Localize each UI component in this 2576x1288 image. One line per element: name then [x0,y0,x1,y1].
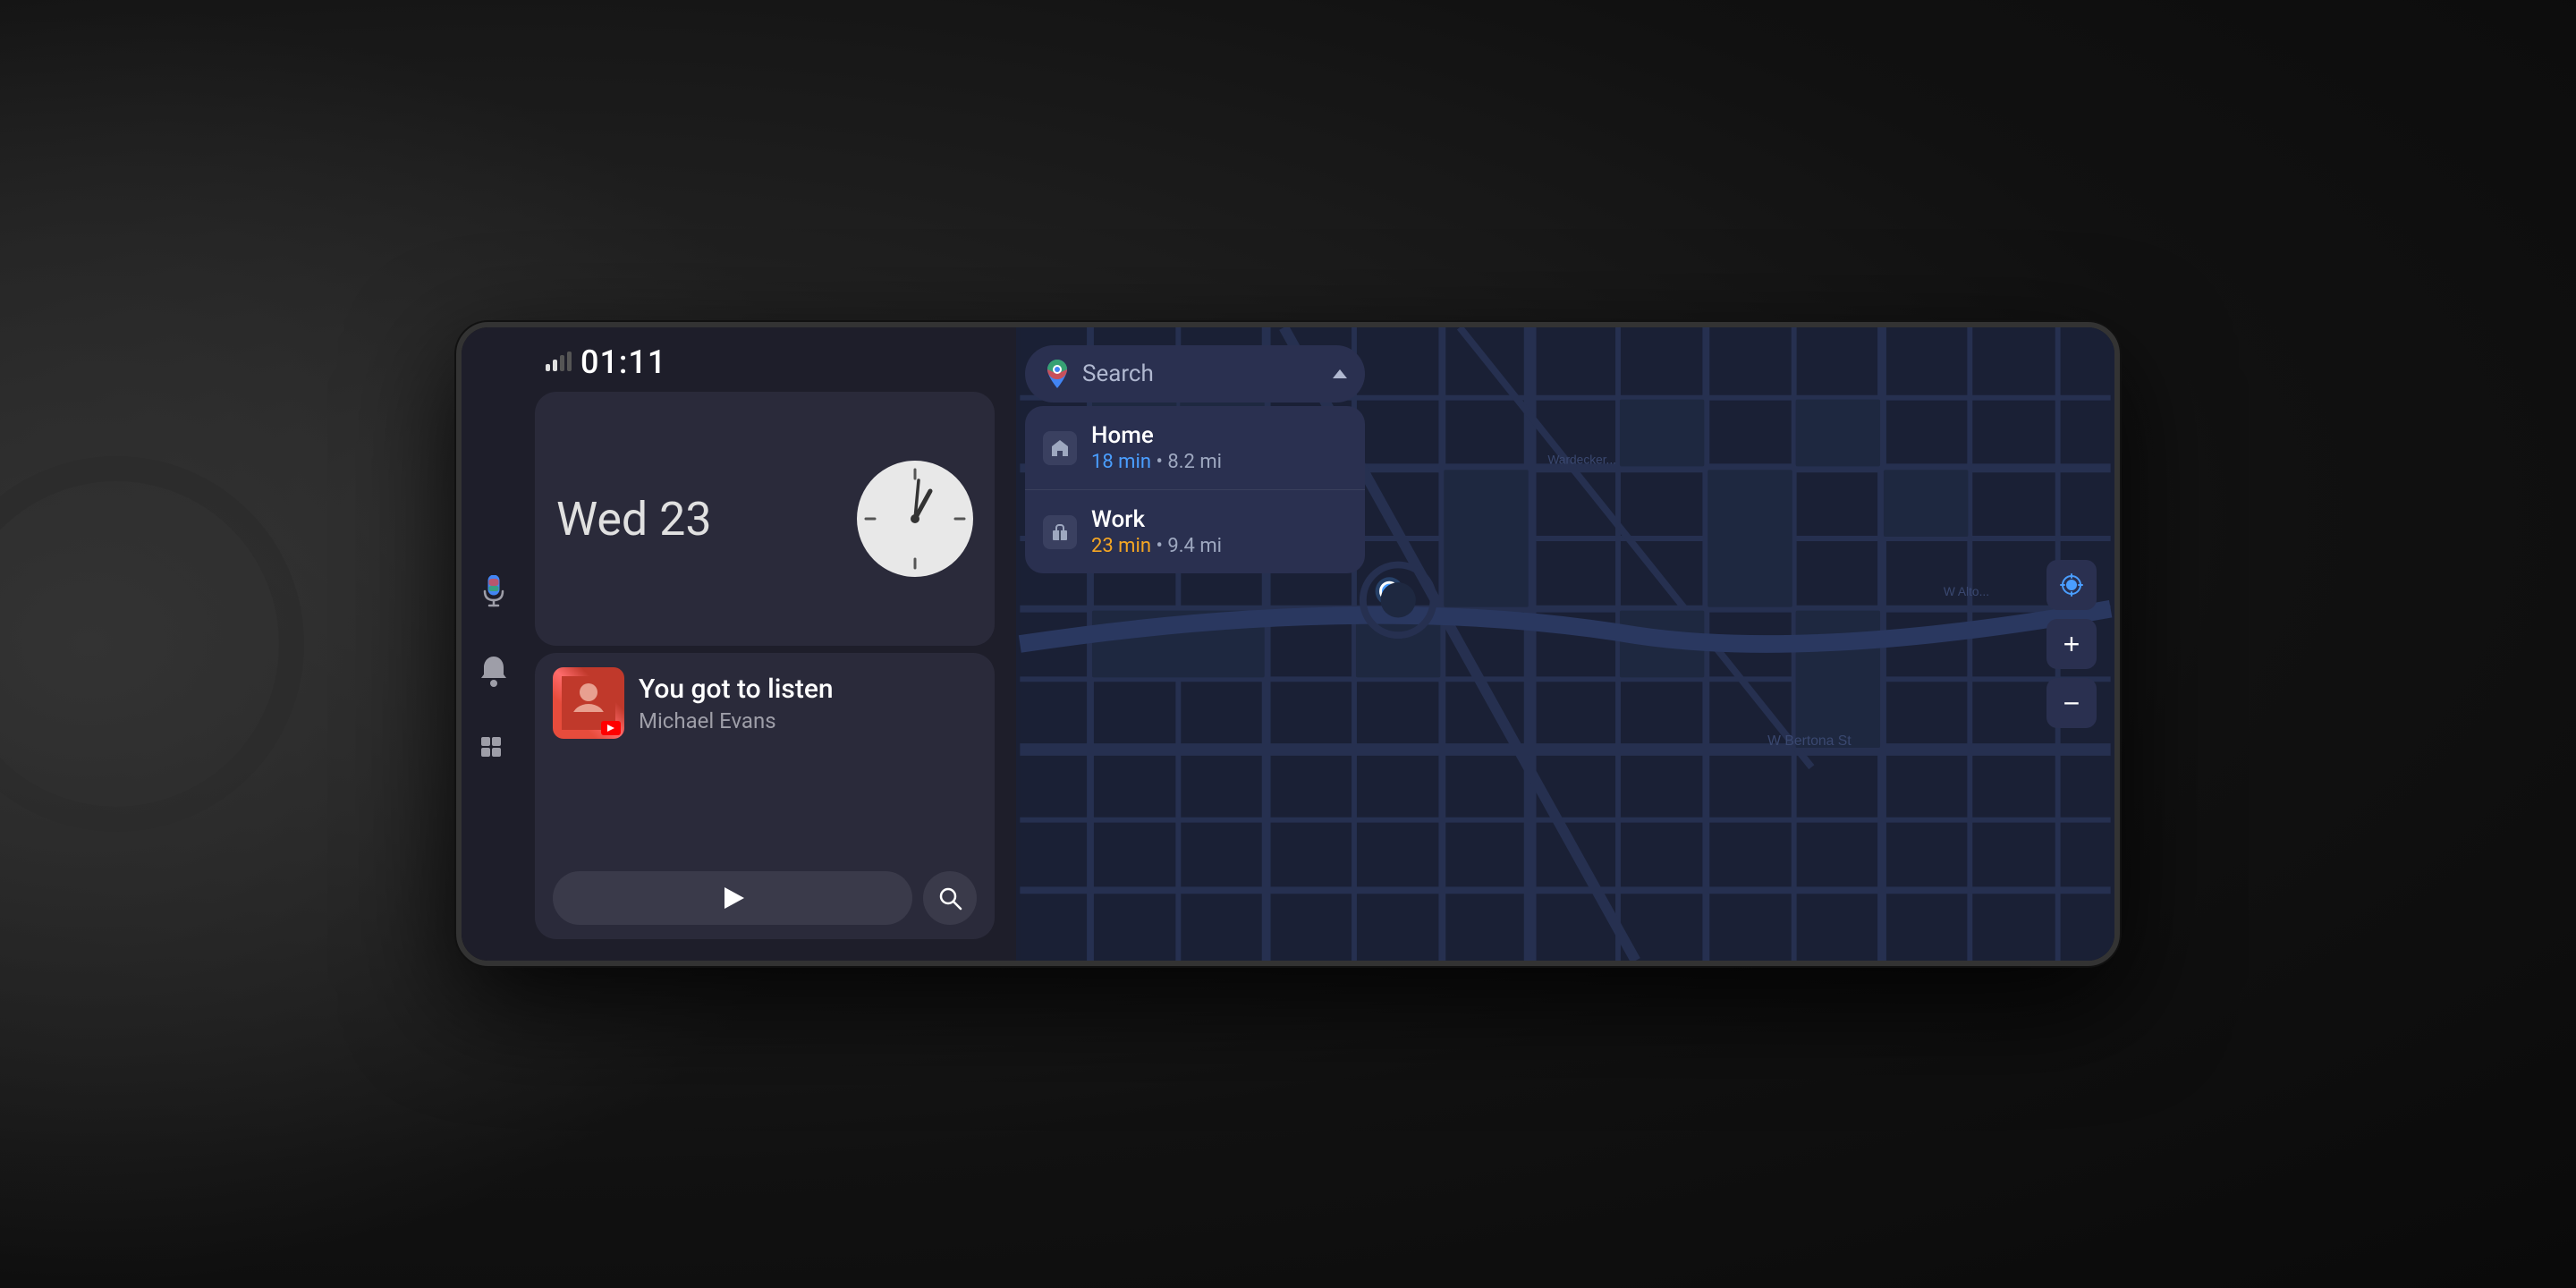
home-icon [1043,431,1077,465]
play-button[interactable] [553,871,912,925]
work-separator: • [1156,535,1167,557]
collapse-icon [1333,369,1347,378]
home-distance: 8.2 mi [1167,451,1222,473]
analog-clock [857,461,973,577]
music-info: You got to listen Michael Evans [553,667,977,739]
left-panel: 01:11 Wed 23 [462,327,1016,961]
music-widget: You got to listen Michael Evans [535,653,995,939]
search-bar[interactable]: Search [1025,345,1365,402]
work-label: Work [1091,506,1222,533]
sidebar [462,327,526,961]
widget-area: Wed 23 [524,388,1005,950]
work-details: 23 min • 9.4 mi [1091,535,1222,557]
signal-indicator [546,353,572,371]
work-icon [1043,515,1077,549]
maps-icon [1043,360,1072,388]
home-details: 18 min • 8.2 mi [1091,451,1222,473]
notifications-button[interactable] [472,649,515,692]
home-label: Home [1091,422,1222,449]
microphone-button[interactable] [472,571,515,614]
home-separator: • [1156,451,1167,473]
youtube-badge [601,721,621,735]
music-search-button[interactable] [923,871,977,925]
map-panel: 15th Ave W W Bertona St W Alto... Wardec… [1016,327,2114,961]
date-display: Wed 23 [556,492,712,547]
home-time: 18 min [1091,451,1151,473]
zoom-in-icon: + [2063,630,2080,658]
zoom-out-icon: − [2063,689,2080,717]
song-title: You got to listen [639,674,977,705]
my-location-button[interactable] [2046,560,2097,610]
navigation-overlay: Search Home 18 min • [1025,345,1365,573]
work-distance: 9.4 mi [1167,535,1222,557]
work-time: 23 min [1091,535,1151,557]
svg-text:Wardecker...: Wardecker... [1547,453,1616,466]
album-art [553,667,624,739]
zoom-in-button[interactable]: + [2046,619,2097,669]
home-info: Home 18 min • 8.2 mi [1091,422,1222,473]
work-info: Work 23 min • 9.4 mi [1091,506,1222,557]
zoom-out-button[interactable]: − [2046,678,2097,728]
map-controls: + − [2046,560,2097,728]
status-bar: 01:11 [524,327,1005,388]
music-text: You got to listen Michael Evans [639,674,977,733]
apps-grid-button[interactable] [472,728,515,771]
home-destination[interactable]: Home 18 min • 8.2 mi [1025,406,1365,490]
svg-text:W Bertona St: W Bertona St [1767,733,1852,749]
search-text: Search [1082,360,1322,387]
work-destination[interactable]: Work 23 min • 9.4 mi [1025,490,1365,573]
play-icon [724,887,744,909]
artist-name: Michael Evans [639,708,977,733]
svg-text:W Alto...: W Alto... [1944,585,1989,598]
android-auto-display: 01:11 Wed 23 [456,322,2120,966]
time-display: 01:11 [580,343,666,381]
suggestions-panel: Home 18 min • 8.2 mi [1025,406,1365,573]
date-clock-widget: Wed 23 [535,392,995,646]
music-controls [553,871,977,925]
